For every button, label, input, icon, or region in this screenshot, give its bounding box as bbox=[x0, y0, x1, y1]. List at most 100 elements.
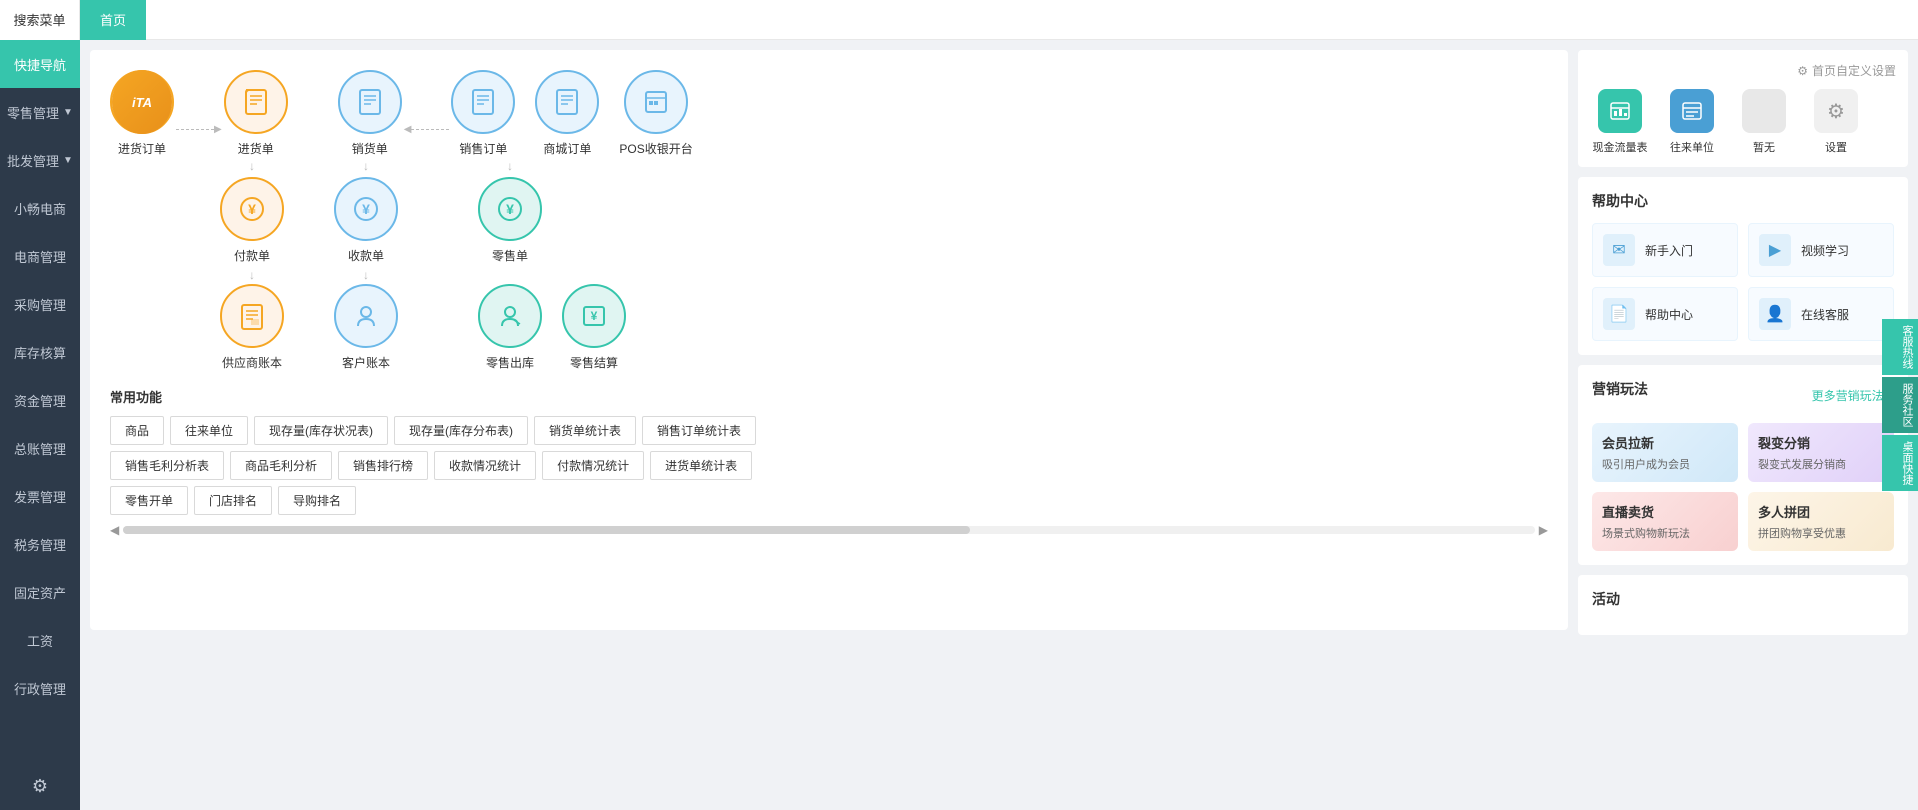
btn-product[interactable]: 商品 bbox=[110, 416, 164, 445]
btn-purchase-stat[interactable]: 进货单统计表 bbox=[650, 451, 752, 480]
help-center-icon: 📄 bbox=[1603, 298, 1635, 330]
common-func-section: 常用功能 商品 往来单位 现存量(库存状况表) 现存量(库存分布表) 销货单统计… bbox=[110, 387, 1548, 515]
search-menu[interactable]: 搜索菜单 bbox=[0, 0, 80, 40]
node-customer-account[interactable]: 客户账本 bbox=[334, 284, 398, 371]
btn-store-rank[interactable]: 门店排名 bbox=[194, 486, 272, 515]
node-purchase-bill[interactable]: 进货单 bbox=[224, 70, 288, 157]
activity-title: 活动 bbox=[1592, 589, 1894, 609]
sidebar-item-label: 库存核算 bbox=[14, 343, 66, 362]
gear-icon: ⚙ bbox=[1797, 64, 1808, 78]
help-center-label: 帮助中心 bbox=[1645, 306, 1693, 323]
sidebar-item-label: 快捷导航 bbox=[14, 55, 66, 74]
scroll-thumb bbox=[123, 526, 970, 534]
shortcut-counterpart[interactable]: 往来单位 bbox=[1662, 89, 1722, 155]
sidebar-item-xiaochangec[interactable]: 小畅电商 bbox=[0, 184, 80, 232]
scroll-right-arrow[interactable]: ▶ bbox=[1539, 523, 1548, 537]
sidebar-item-salary[interactable]: 工资 bbox=[0, 616, 80, 664]
common-func-title: 常用功能 bbox=[110, 387, 1548, 406]
sidebar-item-wholesale-mgmt[interactable]: 批发管理 ▼ bbox=[0, 136, 80, 184]
help-title: 帮助中心 bbox=[1592, 191, 1894, 211]
help-online-service-icon: 👤 bbox=[1759, 298, 1791, 330]
help-center[interactable]: 📄 帮助中心 bbox=[1592, 287, 1738, 341]
btn-sales-stat[interactable]: 销货单统计表 bbox=[534, 416, 636, 445]
marketing-member[interactable]: 会员拉新 吸引用户成为会员 bbox=[1592, 423, 1738, 482]
sidebar-item-tax-mgmt[interactable]: 税务管理 bbox=[0, 520, 80, 568]
sidebar-settings[interactable]: ⚙ bbox=[0, 762, 80, 810]
node-retail-outbound[interactable]: 零售出库 bbox=[478, 284, 542, 371]
node-receipt-bill[interactable]: ¥ 收款单 bbox=[334, 177, 398, 264]
sidebar-item-label: 零售管理 bbox=[7, 103, 59, 122]
sidebar-item-label: 采购管理 bbox=[14, 295, 66, 314]
btn-sales-order-stat[interactable]: 销售订单统计表 bbox=[642, 416, 756, 445]
sidebar-item-label: 电商管理 bbox=[14, 247, 66, 266]
node-mall-order[interactable]: 商城订单 bbox=[535, 70, 599, 157]
shortcut-settings[interactable]: ⚙ 设置 bbox=[1806, 89, 1866, 155]
help-video[interactable]: ▶ 视频学习 bbox=[1748, 223, 1894, 277]
shortcut-cash-flow[interactable]: 现金流量表 bbox=[1590, 89, 1650, 155]
btn-sales-profit[interactable]: 销售毛利分析表 bbox=[110, 451, 224, 480]
float-btn-customer-service[interactable]: 客服热线 bbox=[1882, 319, 1918, 375]
btn-receipt-stat[interactable]: 收款情况统计 bbox=[434, 451, 536, 480]
sidebar-item-fund-mgmt[interactable]: 资金管理 bbox=[0, 376, 80, 424]
sidebar-item-label: 总账管理 bbox=[14, 439, 66, 458]
scroll-left-arrow[interactable]: ◀ bbox=[110, 523, 119, 537]
marketing-live[interactable]: 直播卖货 场景式购物新玩法 bbox=[1592, 492, 1738, 551]
btn-guide-rank[interactable]: 导购排名 bbox=[278, 486, 356, 515]
settings-icon: ⚙ bbox=[32, 776, 48, 797]
sidebar-item-quick-nav[interactable]: 快捷导航 bbox=[0, 40, 80, 88]
scroll-bar-area: ◀ ▶ bbox=[110, 523, 1548, 537]
help-beginner-label: 新手入门 bbox=[1645, 242, 1693, 259]
node-payment-bill[interactable]: ¥ 付款单 bbox=[220, 177, 284, 264]
marketing-title: 营销玩法 bbox=[1592, 379, 1648, 399]
sidebar-item-general-ledger[interactable]: 总账管理 bbox=[0, 424, 80, 472]
tab-home-label: 首页 bbox=[100, 10, 126, 29]
scroll-track[interactable] bbox=[123, 526, 1535, 534]
node-supplier-account[interactable]: 供应商账本 bbox=[220, 284, 284, 371]
svg-text:¥: ¥ bbox=[362, 201, 370, 217]
arrow-icon: ▼ bbox=[63, 107, 73, 118]
btn-counterpart[interactable]: 往来单位 bbox=[170, 416, 248, 445]
arrow-icon: ▼ bbox=[63, 155, 73, 166]
main-panel: iTA 进货订单 ▶ bbox=[80, 40, 1578, 810]
node-sales-bill[interactable]: 销货单 bbox=[338, 70, 402, 157]
btn-inventory-status[interactable]: 现存量(库存状况表) bbox=[254, 416, 388, 445]
sidebar-item-admin[interactable]: 行政管理 bbox=[0, 664, 80, 712]
customize-btn[interactable]: ⚙ 首页自定义设置 bbox=[1797, 62, 1896, 79]
sidebar-item-label: 批发管理 bbox=[7, 151, 59, 170]
marketing-card: 营销玩法 更多营销玩法 > 会员拉新 吸引用户成为会员 裂变分销 裂变式发展分销… bbox=[1578, 365, 1908, 565]
help-beginner[interactable]: ✉ 新手入门 bbox=[1592, 223, 1738, 277]
shortcut-icon-none bbox=[1742, 89, 1786, 133]
sidebar-item-invoice-mgmt[interactable]: 发票管理 bbox=[0, 472, 80, 520]
shortcut-none[interactable]: 暂无 bbox=[1734, 89, 1794, 155]
tab-home[interactable]: 首页 bbox=[80, 0, 146, 40]
sidebar-item-label: 发票管理 bbox=[14, 487, 66, 506]
btn-retail-order[interactable]: 零售开单 bbox=[110, 486, 188, 515]
float-btn-service-community[interactable]: 服务社区 bbox=[1882, 377, 1918, 433]
float-btn-desktop-shortcut[interactable]: 桌面快捷 bbox=[1882, 435, 1918, 491]
btn-sales-rank[interactable]: 销售排行榜 bbox=[338, 451, 428, 480]
node-retail-bill[interactable]: ¥ 零售单 bbox=[478, 177, 542, 264]
marketing-group[interactable]: 多人拼团 拼团购物享受优惠 bbox=[1748, 492, 1894, 551]
btn-inventory-dist[interactable]: 现存量(库存分布表) bbox=[394, 416, 528, 445]
sidebar-item-fixed-assets[interactable]: 固定资产 bbox=[0, 568, 80, 616]
shortcut-icon-cash-flow bbox=[1598, 89, 1642, 133]
help-video-label: 视频学习 bbox=[1801, 242, 1849, 259]
node-pos[interactable]: POS收银开台 bbox=[619, 70, 692, 157]
marketing-fission[interactable]: 裂变分销 裂变式发展分销商 bbox=[1748, 423, 1894, 482]
help-online-service[interactable]: 👤 在线客服 bbox=[1748, 287, 1894, 341]
sidebar-item-label: 税务管理 bbox=[14, 535, 66, 554]
sidebar-item-purchase-mgmt[interactable]: 采购管理 bbox=[0, 280, 80, 328]
shortcuts-card: ⚙ 首页自定义设置 现金流量表 往来单位 bbox=[1578, 50, 1908, 167]
node-purchase-order[interactable]: iTA 进货订单 bbox=[110, 70, 174, 157]
sidebar-item-inventory[interactable]: 库存核算 bbox=[0, 328, 80, 376]
btn-product-profit[interactable]: 商品毛利分析 bbox=[230, 451, 332, 480]
node-retail-settle[interactable]: ¥ 零售结算 bbox=[562, 284, 626, 371]
svg-text:¥: ¥ bbox=[506, 201, 514, 217]
func-buttons-row3: 零售开单 门店排名 导购排名 bbox=[110, 486, 1548, 515]
help-video-icon: ▶ bbox=[1759, 234, 1791, 266]
btn-payment-stat[interactable]: 付款情况统计 bbox=[542, 451, 644, 480]
node-sales-order[interactable]: 销售订单 bbox=[451, 70, 515, 157]
sidebar-item-ecom-mgmt[interactable]: 电商管理 bbox=[0, 232, 80, 280]
sidebar-item-retail-mgmt[interactable]: 零售管理 ▼ bbox=[0, 88, 80, 136]
shortcuts-grid: 现金流量表 往来单位 暂无 ⚙ 设置 bbox=[1590, 89, 1896, 155]
